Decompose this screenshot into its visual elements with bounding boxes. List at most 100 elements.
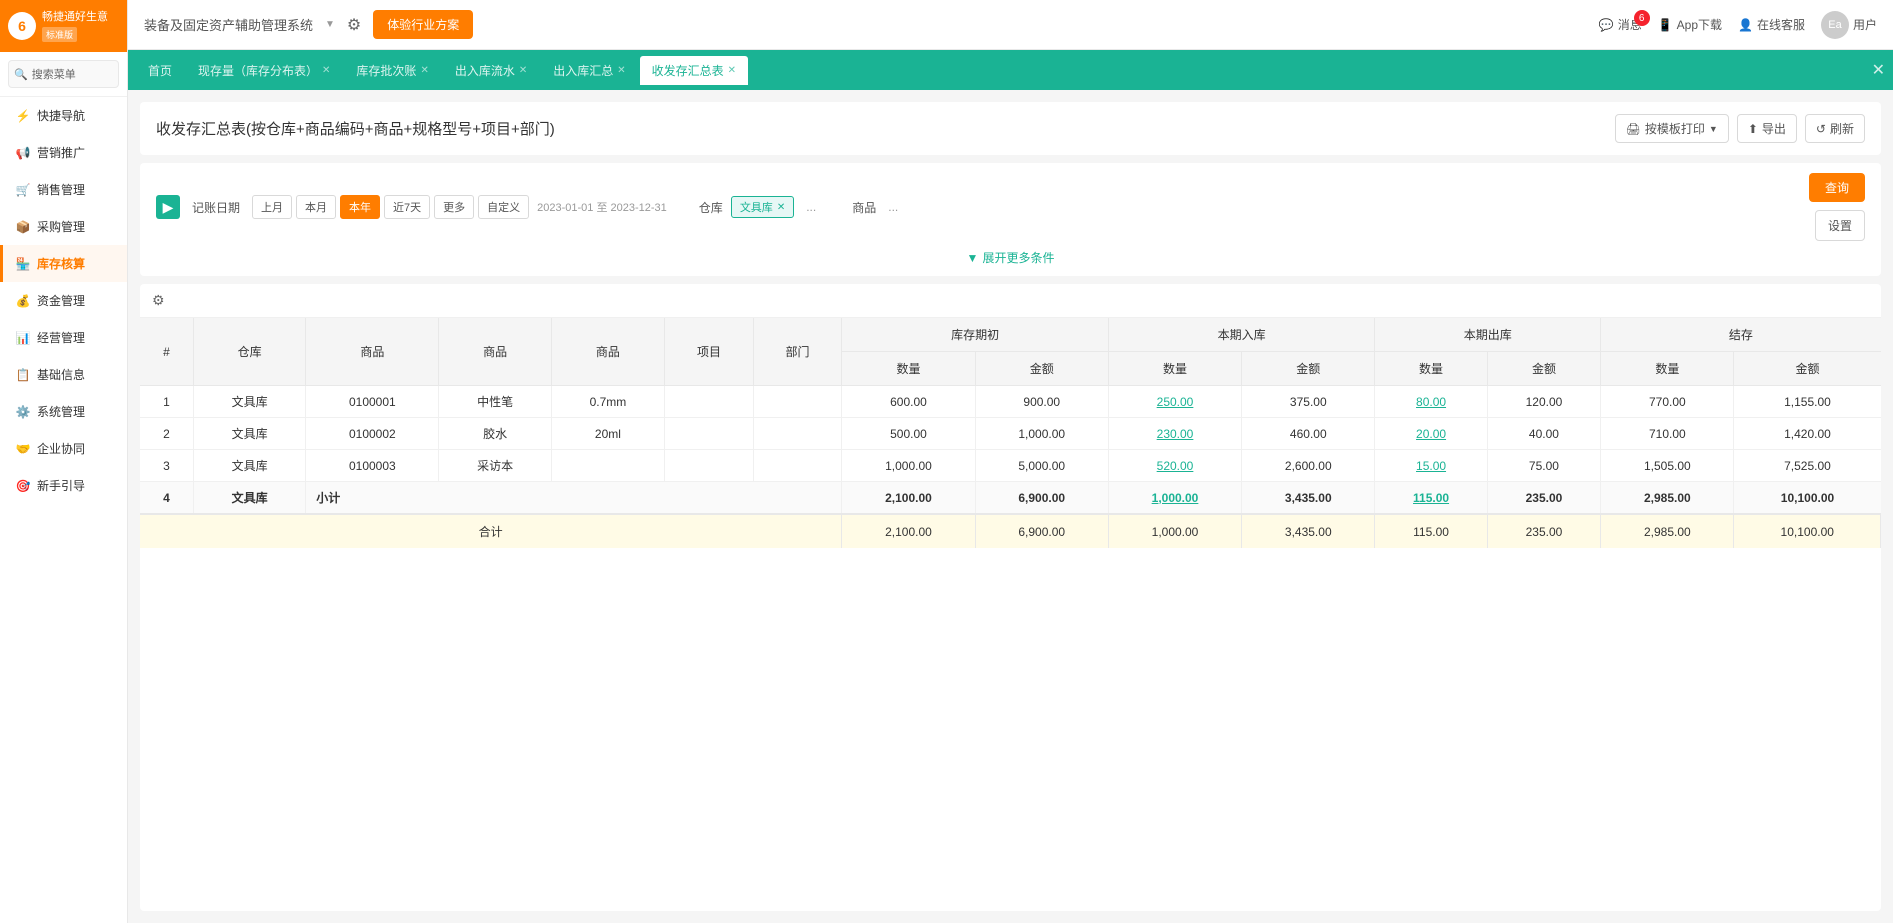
warehouse-more-btn[interactable]: ... [802, 198, 820, 216]
sidebar-item-basic[interactable]: 📋 基础信息 [0, 356, 127, 393]
sidebar-item-system[interactable]: ⚙️ 系统管理 [0, 393, 127, 430]
expand-more-btn[interactable]: ▼ 展开更多条件 [967, 249, 1055, 266]
export-icon: ⬆ [1748, 122, 1758, 136]
cell-in-amt: 2,600.00 [1242, 450, 1375, 482]
cell-opening-qty: 500.00 [842, 418, 975, 450]
cell-name: 胶水 [439, 418, 551, 450]
table-settings-icon[interactable]: ⚙ [152, 292, 165, 309]
filter-toggle-btn[interactable]: ▶ [156, 195, 180, 219]
cell-subtotal-in-amt: 3,435.00 [1242, 482, 1375, 515]
message-group[interactable]: 💬 消息 6 [1599, 16, 1642, 33]
app-label: App下载 [1677, 16, 1722, 33]
sidebar-item-corp[interactable]: 🤝 企业协同 [0, 430, 127, 467]
sidebar-item-label: 系统管理 [37, 403, 85, 420]
cell-out-qty[interactable]: 15.00 [1375, 450, 1487, 482]
cell-in-qty[interactable]: 250.00 [1108, 386, 1241, 418]
cell-subtotal-out-qty[interactable]: 115.00 [1375, 482, 1487, 515]
sidebar-item-label: 经营管理 [37, 329, 85, 346]
tab-close-recv-summary[interactable]: ✕ [728, 65, 736, 76]
total-out-qty: 115.00 [1375, 514, 1487, 548]
page-title: 收发存汇总表(按仓库+商品编码+商品+规格型号+项目+部门) [156, 118, 555, 139]
cell-name: 中性笔 [439, 386, 551, 418]
data-table: # 仓库 商品 商品 商品 项目 部门 库存期初 本期入库 本期出库 结存 数量 [140, 318, 1881, 548]
total-opening-qty: 2,100.00 [842, 514, 975, 548]
date-btn-this-month[interactable]: 本月 [296, 195, 336, 219]
main-area: 装备及固定资产辅助管理系统 ▼ ⚙ 体验行业方案 💬 消息 6 📱 App下载 … [128, 0, 1893, 923]
experience-btn[interactable]: 体验行业方案 [373, 10, 473, 39]
app-download-group[interactable]: 📱 App下载 [1658, 16, 1722, 33]
cell-dept [753, 386, 842, 418]
refresh-btn[interactable]: ↺ 刷新 [1805, 114, 1865, 143]
th-in-amt: 金额 [1242, 352, 1375, 386]
date-btn-prev-month[interactable]: 上月 [252, 195, 292, 219]
date-btn-more[interactable]: 更多 [434, 195, 474, 219]
cell-close-amt: 1,155.00 [1734, 386, 1881, 418]
sidebar-item-quick[interactable]: ⚡ 快捷导航 [0, 97, 127, 134]
tab-home[interactable]: 首页 [136, 56, 184, 85]
sidebar-item-business[interactable]: 📊 经营管理 [0, 319, 127, 356]
user-group[interactable]: Ea 用户 [1821, 11, 1877, 39]
print-btn[interactable]: 🖨 按模板打印 ▼ [1615, 114, 1729, 143]
filter-warehouse: 仓库 文具库 ✕ ... [699, 196, 820, 218]
sidebar-item-purchase[interactable]: 📦 采购管理 [0, 208, 127, 245]
tab-batch[interactable]: 库存批次账 ✕ [344, 56, 440, 85]
cell-out-qty[interactable]: 80.00 [1375, 386, 1487, 418]
refresh-icon: ↺ [1816, 122, 1826, 136]
cell-subtotal-out-amt: 235.00 [1487, 482, 1601, 515]
print-icon: 🖨 [1626, 122, 1641, 136]
th-opening-qty: 数量 [842, 352, 975, 386]
tab-close-flow[interactable]: ✕ [519, 65, 527, 76]
filter-product: 商品 ... [852, 198, 902, 216]
product-filter-label: 商品 [852, 199, 876, 216]
search-icon: 🔍 [14, 68, 28, 81]
cell-subtotal-in-qty[interactable]: 1,000.00 [1108, 482, 1241, 515]
cell-index: 1 [140, 386, 194, 418]
product-more-btn[interactable]: ... [884, 198, 902, 216]
query-btn[interactable]: 查询 [1809, 173, 1865, 202]
date-btn-7days[interactable]: 近7天 [384, 195, 430, 219]
export-btn[interactable]: ⬆ 导出 [1737, 114, 1797, 143]
sidebar-item-guide[interactable]: 🎯 新手引导 [0, 467, 127, 504]
tabbar-close-all[interactable]: ✕ [1872, 60, 1885, 80]
total-label: 合计 [140, 514, 842, 548]
sidebar-item-inventory[interactable]: 🏪 库存核算 [0, 245, 127, 282]
system-name-dropdown-icon: ▼ [325, 19, 335, 30]
service-group[interactable]: 👤 在线客服 [1738, 16, 1805, 33]
sales-icon: 🛒 [15, 182, 31, 198]
tab-close-stock-dist[interactable]: ✕ [322, 65, 330, 76]
tab-summary[interactable]: 出入库汇总 ✕ [541, 56, 637, 85]
cell-subtotal-label: 小计 [306, 482, 842, 515]
sidebar-item-sales[interactable]: 🛒 销售管理 [0, 171, 127, 208]
cell-out-qty[interactable]: 20.00 [1375, 418, 1487, 450]
th-spec: 商品 [551, 318, 665, 386]
message-badge: 6 [1634, 10, 1650, 26]
setting-btn[interactable]: 设置 [1815, 210, 1865, 241]
cell-subtotal-warehouse: 文具库 [194, 482, 306, 515]
cell-name: 采访本 [439, 450, 551, 482]
system-icon: ⚙️ [15, 404, 31, 420]
purchase-icon: 📦 [15, 219, 31, 235]
total-in-qty: 1,000.00 [1108, 514, 1241, 548]
service-label: 在线客服 [1757, 16, 1805, 33]
cell-in-qty[interactable]: 230.00 [1108, 418, 1241, 450]
warehouse-tag-close[interactable]: ✕ [777, 202, 785, 213]
tab-recv-summary[interactable]: 收发存汇总表 ✕ [640, 56, 748, 85]
tab-close-batch[interactable]: ✕ [420, 65, 428, 76]
cell-in-qty[interactable]: 520.00 [1108, 450, 1241, 482]
logo-icon: 6 [8, 12, 36, 40]
table-row: 2 文具库 0100002 胶水 20ml 500.00 1,000.00 23… [140, 418, 1881, 450]
search-menu-button[interactable]: 🔍 搜索菜单 [8, 60, 119, 88]
date-btn-custom[interactable]: 自定义 [478, 195, 529, 219]
system-name: 装备及固定资产辅助管理系统 [144, 15, 313, 34]
tab-flow[interactable]: 出入库流水 ✕ [443, 56, 539, 85]
tab-stock-dist[interactable]: 现存量（库存分布表） ✕ [186, 56, 342, 85]
date-btn-this-year[interactable]: 本年 [340, 195, 380, 219]
cell-index: 2 [140, 418, 194, 450]
cell-opening-qty: 600.00 [842, 386, 975, 418]
sidebar-item-finance[interactable]: 💰 资金管理 [0, 282, 127, 319]
expand-icon: ▼ [967, 251, 979, 265]
sidebar-item-marketing[interactable]: 📢 营销推广 [0, 134, 127, 171]
tab-close-summary[interactable]: ✕ [617, 65, 625, 76]
cell-opening-amt: 900.00 [975, 386, 1108, 418]
settings-icon[interactable]: ⚙ [347, 15, 361, 35]
